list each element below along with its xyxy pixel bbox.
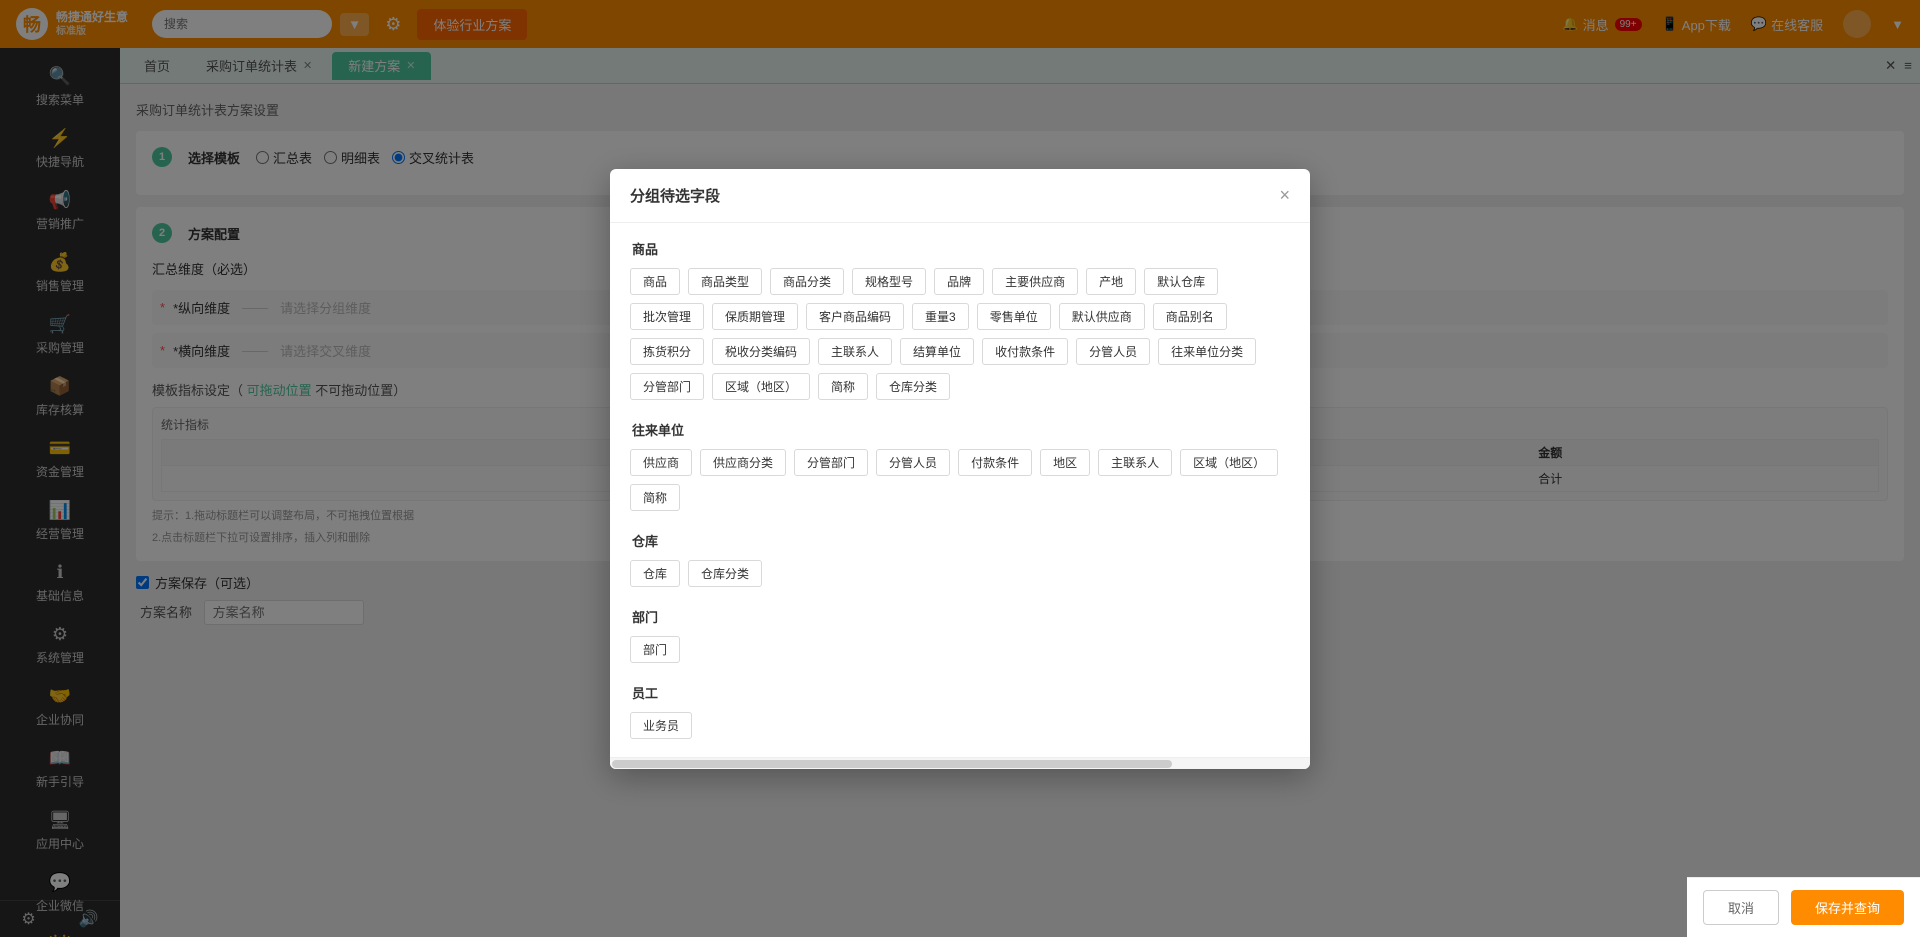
field-section-title-goods: 商品 [630,239,1290,258]
field-section-staff: 员工业务员 [630,683,1290,739]
field-tag-partner-2[interactable]: 分管部门 [794,449,868,476]
field-section-department: 部门部门 [630,607,1290,663]
field-tag-goods-14[interactable]: 商品别名 [1153,303,1227,330]
footer-actions-area: 取消 保存并查询 [1687,877,1920,937]
field-tag-partner-5[interactable]: 地区 [1040,449,1090,476]
field-tag-goods-9[interactable]: 保质期管理 [712,303,798,330]
field-tag-goods-2[interactable]: 商品分类 [770,268,844,295]
field-tag-goods-13[interactable]: 默认供应商 [1059,303,1145,330]
field-tags-partner: 供应商供应商分类分管部门分管人员付款条件地区主联系人区域（地区） 简称 [630,449,1290,511]
field-tag-goods-16[interactable]: 税收分类编码 [712,338,810,365]
modal-scroll-track [610,757,1310,769]
field-tag-partner-3[interactable]: 分管人员 [876,449,950,476]
field-tag-goods-21[interactable]: 往来单位分类 [1158,338,1256,365]
field-section-warehouse: 仓库仓库仓库分类 [630,531,1290,587]
footer-actions: 取消 保存并查询 [1687,877,1920,937]
field-tag-goods-18[interactable]: 结算单位 [900,338,974,365]
field-tag-staff-0[interactable]: 业务员 [630,712,692,739]
field-tag-goods-3[interactable]: 规格型号 [852,268,926,295]
field-tag-partner-4[interactable]: 付款条件 [958,449,1032,476]
modal-dialog: 分组待选字段 × 商品商品商品类型商品分类规格型号品牌主要供应商产地默认仓库批次… [610,169,1310,769]
field-section-title-warehouse: 仓库 [630,531,1290,550]
field-tag-warehouse-0[interactable]: 仓库 [630,560,680,587]
field-section-title-partner: 往来单位 [630,420,1290,439]
field-tag-partner-6[interactable]: 主联系人 [1098,449,1172,476]
field-tag-partner-0[interactable]: 供应商 [630,449,692,476]
confirm-button[interactable]: 保存并查询 [1791,890,1904,925]
field-tag-goods-24[interactable]: 简称 [818,373,868,400]
field-section-title-staff: 员工 [630,683,1290,702]
field-tag-goods-20[interactable]: 分管人员 [1076,338,1150,365]
field-tag-goods-25[interactable]: 仓库分类 [876,373,950,400]
field-tags-goods: 商品商品类型商品分类规格型号品牌主要供应商产地默认仓库批次管理保质期管理客户商品… [630,268,1290,400]
field-tag-partner-1[interactable]: 供应商分类 [700,449,786,476]
modal-title: 分组待选字段 [630,185,720,206]
field-tag-goods-5[interactable]: 主要供应商 [992,268,1078,295]
modal-body: 商品商品商品类型商品分类规格型号品牌主要供应商产地默认仓库批次管理保质期管理客户… [610,223,1310,757]
field-section-title-department: 部门 [630,607,1290,626]
field-tag-goods-7[interactable]: 默认仓库 [1144,268,1218,295]
field-tag-partner-8[interactable]: 简称 [630,484,680,511]
field-tag-warehouse-1[interactable]: 仓库分类 [688,560,762,587]
field-tag-goods-23[interactable]: 区域（地区） [712,373,810,400]
modal-header: 分组待选字段 × [610,169,1310,223]
field-tag-goods-11[interactable]: 重量3 [912,303,969,330]
field-tag-goods-10[interactable]: 客户商品编码 [806,303,904,330]
field-tags-warehouse: 仓库仓库分类 [630,560,1290,587]
field-tags-staff: 业务员 [630,712,1290,739]
field-tag-goods-22[interactable]: 分管部门 [630,373,704,400]
field-tag-goods-8[interactable]: 批次管理 [630,303,704,330]
field-tag-goods-6[interactable]: 产地 [1086,268,1136,295]
field-tag-department-0[interactable]: 部门 [630,636,680,663]
field-tag-goods-4[interactable]: 品牌 [934,268,984,295]
modal-close-btn[interactable]: × [1279,186,1290,204]
modal-scroll-thumb [612,760,1172,768]
field-section-goods: 商品商品商品类型商品分类规格型号品牌主要供应商产地默认仓库批次管理保质期管理客户… [630,239,1290,400]
field-tag-goods-19[interactable]: 收付款条件 [982,338,1068,365]
field-tag-goods-1[interactable]: 商品类型 [688,268,762,295]
cancel-button[interactable]: 取消 [1703,890,1779,925]
field-tag-goods-17[interactable]: 主联系人 [818,338,892,365]
field-section-partner: 往来单位供应商供应商分类分管部门分管人员付款条件地区主联系人区域（地区） 简称 [630,420,1290,511]
field-tag-goods-12[interactable]: 零售单位 [977,303,1051,330]
field-tag-goods-0[interactable]: 商品 [630,268,680,295]
field-tag-goods-15[interactable]: 拣货积分 [630,338,704,365]
field-tags-department: 部门 [630,636,1290,663]
field-tag-partner-7[interactable]: 区域（地区） [1180,449,1278,476]
